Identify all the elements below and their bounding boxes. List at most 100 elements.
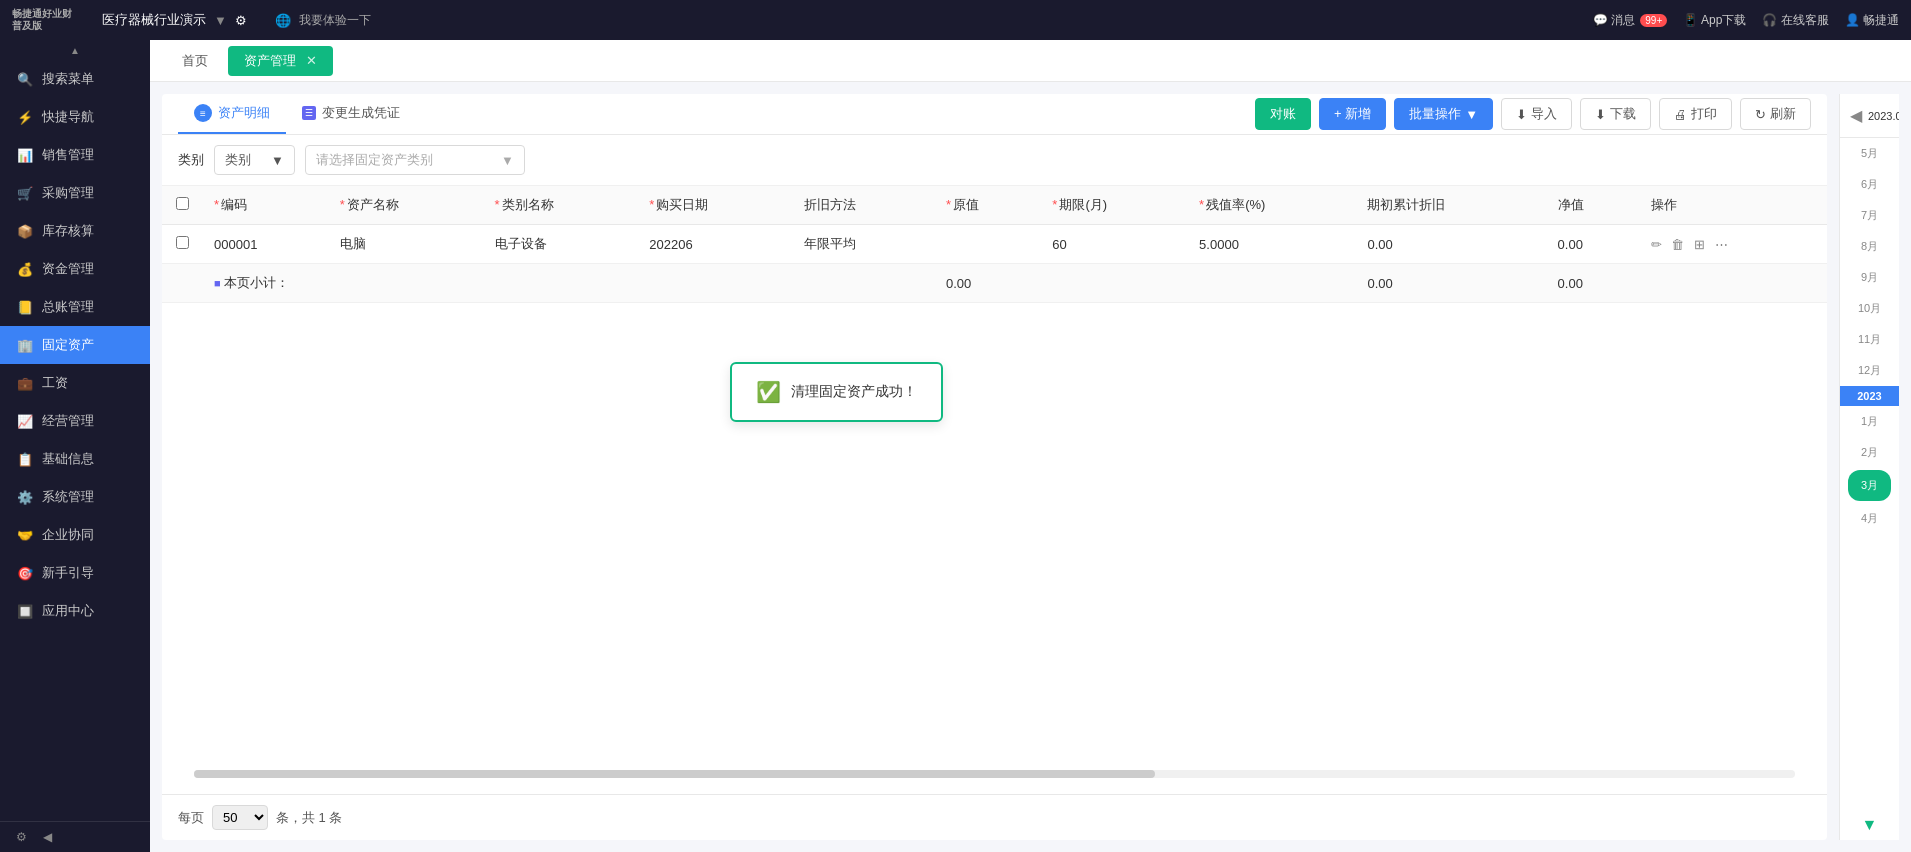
timeline-collapse-icon[interactable]: ◀ (1844, 100, 1868, 131)
apps-icon: 🔲 (16, 602, 34, 620)
new-button[interactable]: + 新增 (1319, 98, 1386, 130)
total-label: 条，共 1 条 (276, 809, 342, 827)
timeline-panel: ◀ 2023.03 5月6月7月8月9月10月11月12月20231月2月3月4… (1839, 94, 1899, 840)
category-type-select[interactable]: 类别 ▼ (214, 145, 295, 175)
sidebar-item-inventory[interactable]: 📦 库存核算 (0, 212, 150, 250)
per-page-select[interactable]: 50 100 200 (212, 805, 268, 830)
timeline-item-7[interactable]: 12月 (1840, 355, 1899, 386)
timeline-item-0[interactable]: 5月 (1840, 138, 1899, 169)
enterprise-icon: 🤝 (16, 526, 34, 544)
payroll-icon: 💼 (16, 374, 34, 392)
sub-tab-asset-detail[interactable]: ≡ 资产明细 (178, 94, 286, 134)
logo-name: 畅捷通好业财 (12, 8, 72, 20)
messages-badge: 99+ (1640, 14, 1667, 27)
content-area: 首页 资产管理 ✕ ≡ 资产明细 ☰ (150, 40, 1911, 852)
refresh-button[interactable]: ↻ 刷新 (1740, 98, 1811, 130)
category-label: 类别 (178, 151, 204, 169)
success-toast: ✅ 清理固定资产成功！ (730, 362, 943, 422)
cell-original-value (934, 225, 1040, 264)
sidebar-item-search[interactable]: 🔍 搜索菜单 (0, 60, 150, 98)
subtotal-residual-rate (1187, 264, 1355, 303)
print-button[interactable]: 🖨 打印 (1659, 98, 1732, 130)
cell-period: 60 (1040, 225, 1187, 264)
guide-icon: 🎯 (16, 564, 34, 582)
sidebar-item-funds[interactable]: 💰 资金管理 (0, 250, 150, 288)
sidebar-label-enterprise: 企业协同 (42, 526, 94, 544)
timeline-item-10[interactable]: 2月 (1840, 437, 1899, 468)
more-icon[interactable]: ⋯ (1715, 237, 1728, 252)
table-row: 000001 电脑 电子设备 202206 年限平均 60 5.0000 0.0… (162, 225, 1827, 264)
timeline-item-12[interactable]: 4月 (1840, 503, 1899, 534)
sidebar-label-quick-nav: 快捷导航 (42, 108, 94, 126)
app-download-button[interactable]: 📱 App下载 (1683, 12, 1746, 29)
timeline-down-arrow[interactable]: ▼ (1862, 816, 1878, 833)
timeline-item-8[interactable]: 2023 (1840, 386, 1899, 406)
timeline-item-3[interactable]: 8月 (1840, 231, 1899, 262)
delete-icon[interactable]: 🗑 (1671, 237, 1684, 252)
basic-info-icon: 📋 (16, 450, 34, 468)
cell-depreciation-method: 年限平均 (792, 225, 934, 264)
filter-bar: 类别 类别 ▼ 请选择固定资产类别 ▼ (162, 135, 1827, 186)
cell-residual-rate: 5.0000 (1187, 225, 1355, 264)
sidebar-item-quick-nav[interactable]: ⚡ 快捷导航 (0, 98, 150, 136)
asset-detail-icon: ≡ (194, 104, 212, 122)
per-page-label: 每页 (178, 809, 204, 827)
timeline-item-6[interactable]: 11月 (1840, 324, 1899, 355)
sidebar-item-payroll[interactable]: 💼 工资 (0, 364, 150, 402)
timeline-item-9[interactable]: 1月 (1840, 406, 1899, 437)
cell-code: 000001 (202, 225, 328, 264)
tab-close-icon[interactable]: ✕ (306, 53, 317, 68)
tab-asset-mgmt[interactable]: 资产管理 ✕ (228, 46, 333, 76)
sidebar-item-fixed-assets[interactable]: 🏢 固定资产 (0, 326, 150, 364)
timeline-item-2[interactable]: 7月 (1840, 200, 1899, 231)
sidebar-item-sales[interactable]: 📊 销售管理 (0, 136, 150, 174)
cell-initial-depreciation: 0.00 (1355, 225, 1545, 264)
timeline-item-1[interactable]: 6月 (1840, 169, 1899, 200)
sidebar-label-ledger: 总账管理 (42, 298, 94, 316)
table-area: ≡ 资产明细 ☰ 变更生成凭证 对账 + 新增 批量操作 ▼ (162, 94, 1827, 840)
sidebar-item-purchase[interactable]: 🛒 采购管理 (0, 174, 150, 212)
sidebar-item-ledger[interactable]: 📒 总账管理 (0, 288, 150, 326)
sidebar-collapse-icon[interactable]: ◀ (43, 830, 52, 844)
sidebar-item-operations[interactable]: 📈 经营管理 (0, 402, 150, 440)
sidebar: ▲ 🔍 搜索菜单 ⚡ 快捷导航 📊 销售管理 🛒 采购管理 📦 库存核算 💰 资… (0, 40, 150, 852)
import-button[interactable]: ⬇ 导入 (1501, 98, 1572, 130)
subtotal-original-value: 0.00 (934, 264, 1040, 303)
batch-ops-button[interactable]: 批量操作 ▼ (1394, 98, 1493, 130)
col-residual-rate: *残值率(%) (1187, 186, 1355, 225)
download-button[interactable]: ⬇ 下载 (1580, 98, 1651, 130)
online-service-button[interactable]: 🎧 在线客服 (1762, 12, 1828, 29)
copy-icon[interactable]: ⊞ (1694, 237, 1705, 252)
timeline-item-5[interactable]: 10月 (1840, 293, 1899, 324)
sub-tab-change-voucher[interactable]: ☰ 变更生成凭证 (286, 94, 416, 134)
data-table: *编码 *资产名称 *类别名称 *购买日期 折旧方法 *原值 *期限(月) *残… (162, 186, 1827, 766)
edit-icon[interactable]: ✏ (1651, 237, 1662, 252)
sidebar-item-enterprise[interactable]: 🤝 企业协同 (0, 516, 150, 554)
user-avatar[interactable]: 👤 畅捷通 (1845, 12, 1899, 29)
sidebar-item-apps[interactable]: 🔲 应用中心 (0, 592, 150, 630)
timeline-item-11[interactable]: 3月 (1848, 470, 1891, 501)
settings-gear-icon[interactable]: ⚙ (235, 13, 247, 28)
messages-button[interactable]: 💬 消息 99+ (1593, 12, 1668, 29)
reconcile-button[interactable]: 对账 (1255, 98, 1311, 130)
select-all-checkbox[interactable] (176, 197, 189, 210)
category-input[interactable]: 请选择固定资产类别 ▼ (305, 145, 525, 175)
col-net-value: 净值 (1546, 186, 1639, 225)
cell-name: 电脑 (328, 225, 483, 264)
sidebar-scroll-up[interactable]: ▲ (0, 40, 150, 60)
search-icon: 🔍 (16, 70, 34, 88)
fixed-assets-icon: 🏢 (16, 336, 34, 354)
row-checkbox[interactable] (176, 236, 189, 249)
sidebar-item-guide[interactable]: 🎯 新手引导 (0, 554, 150, 592)
col-original-value: *原值 (934, 186, 1040, 225)
sidebar-settings-icon[interactable]: ⚙ (16, 830, 27, 844)
sidebar-label-operations: 经营管理 (42, 412, 94, 430)
refresh-icon: ↻ (1755, 107, 1766, 122)
sidebar-item-system[interactable]: ⚙️ 系统管理 (0, 478, 150, 516)
experience-label[interactable]: 我要体验一下 (299, 12, 371, 29)
operations-icon: 📈 (16, 412, 34, 430)
horizontal-scrollbar[interactable] (194, 770, 1795, 778)
timeline-item-4[interactable]: 9月 (1840, 262, 1899, 293)
sidebar-item-basic-info[interactable]: 📋 基础信息 (0, 440, 150, 478)
tab-home[interactable]: 首页 (166, 46, 224, 76)
